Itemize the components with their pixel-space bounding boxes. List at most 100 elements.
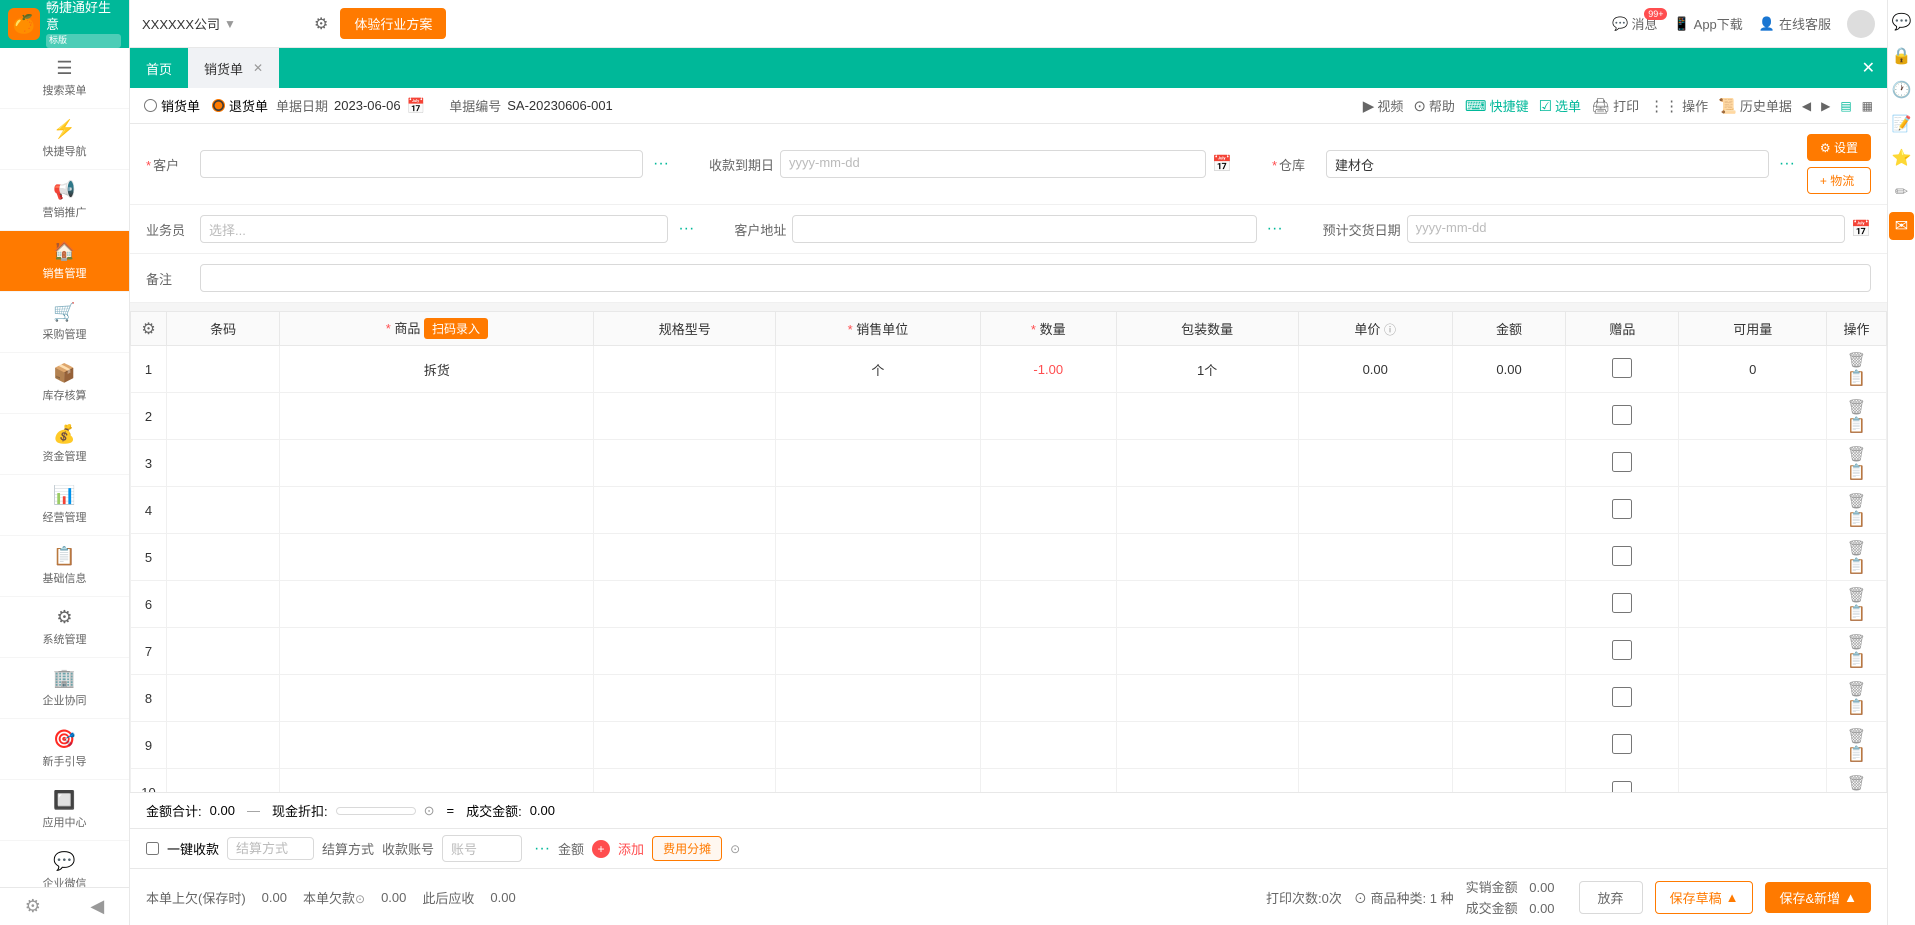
- save-new-dropdown-icon[interactable]: ▲: [1844, 890, 1857, 905]
- row-product[interactable]: [280, 675, 594, 722]
- row-barcode[interactable]: [167, 722, 280, 769]
- radio-return[interactable]: 退货单: [212, 96, 268, 115]
- row-spec[interactable]: [594, 722, 776, 769]
- shortcut-btn[interactable]: ⌨快捷键: [1465, 96, 1529, 115]
- copy-row-icon[interactable]: 📋: [1847, 370, 1866, 387]
- row-price[interactable]: [1298, 393, 1452, 440]
- row-amount[interactable]: [1452, 440, 1565, 487]
- app-download-btn[interactable]: 📱 App下载: [1673, 14, 1742, 33]
- table-view-btn[interactable]: ▦: [1862, 99, 1873, 113]
- rp-chat-icon[interactable]: 💬: [1892, 8, 1912, 36]
- select-btn[interactable]: ☑选单: [1539, 96, 1581, 115]
- scan-barcode-btn[interactable]: 扫码录入: [424, 318, 488, 339]
- delete-row-icon[interactable]: 🗑: [1847, 493, 1866, 510]
- row-spec[interactable]: [594, 393, 776, 440]
- tab-close-icon[interactable]: ✕: [253, 61, 263, 75]
- copy-row-icon[interactable]: 📋: [1847, 511, 1866, 528]
- row-qty[interactable]: [980, 393, 1116, 440]
- row-pkgqty[interactable]: [1116, 722, 1298, 769]
- row-qty[interactable]: [980, 440, 1116, 487]
- copy-row-icon[interactable]: 📋: [1847, 464, 1866, 481]
- row-unit[interactable]: [776, 440, 981, 487]
- row-pkgqty[interactable]: [1116, 581, 1298, 628]
- row-barcode[interactable]: [167, 675, 280, 722]
- sidebar-item-marketing[interactable]: 📢 营销推广: [0, 170, 129, 231]
- save-draft-dropdown-icon[interactable]: ▲: [1726, 890, 1739, 905]
- row-spec[interactable]: [594, 346, 776, 393]
- company-selector[interactable]: XXXXXX公司 ▼: [142, 14, 302, 33]
- row-unit[interactable]: 个: [776, 346, 981, 393]
- copy-row-icon[interactable]: 📋: [1847, 746, 1866, 763]
- radio-sales[interactable]: 销货单: [144, 96, 200, 115]
- col-gear-header[interactable]: ⚙: [131, 312, 167, 346]
- row-barcode[interactable]: [167, 581, 280, 628]
- row-unit[interactable]: [776, 769, 981, 793]
- row-unit[interactable]: [776, 393, 981, 440]
- row-pkgqty[interactable]: [1116, 628, 1298, 675]
- delete-row-icon[interactable]: 🗑: [1847, 728, 1866, 745]
- row-spec[interactable]: [594, 487, 776, 534]
- row-amount[interactable]: [1452, 534, 1565, 581]
- help-icon-calc[interactable]: ⊙: [424, 803, 435, 819]
- row-amount[interactable]: [1452, 487, 1565, 534]
- row-product[interactable]: [280, 393, 594, 440]
- row-price[interactable]: [1298, 534, 1452, 581]
- row-spec[interactable]: [594, 440, 776, 487]
- customer-more-icon[interactable]: ···: [653, 155, 669, 173]
- user-avatar[interactable]: [1847, 10, 1875, 38]
- copy-row-icon[interactable]: 📋: [1847, 652, 1866, 669]
- copy-row-icon[interactable]: 📋: [1847, 605, 1866, 622]
- row-unit[interactable]: [776, 722, 981, 769]
- row-pkgqty[interactable]: [1116, 675, 1298, 722]
- sidebar-item-purchase[interactable]: 🛒 采购管理: [0, 292, 129, 353]
- trial-btn[interactable]: 体验行业方案: [340, 8, 446, 39]
- sidebar-item-quick-nav[interactable]: ⚡ 快捷导航: [0, 109, 129, 170]
- tab-home[interactable]: 首页: [130, 48, 188, 88]
- tab-close-all-icon[interactable]: ✕: [1862, 58, 1875, 78]
- row-pkgqty[interactable]: [1116, 487, 1298, 534]
- row-gift[interactable]: [1566, 534, 1679, 581]
- warehouse-input[interactable]: 建材仓: [1326, 150, 1769, 178]
- row-price[interactable]: [1298, 628, 1452, 675]
- cash-discount-input[interactable]: [336, 807, 416, 815]
- row-gift[interactable]: [1566, 440, 1679, 487]
- nav-next-btn[interactable]: ▶: [1821, 99, 1830, 113]
- row-amount[interactable]: [1452, 769, 1565, 793]
- row-barcode[interactable]: [167, 393, 280, 440]
- row-price[interactable]: [1298, 487, 1452, 534]
- tab-sales-order[interactable]: 销货单 ✕: [188, 48, 279, 88]
- sidebar-item-app-center[interactable]: 🔲 应用中心: [0, 780, 129, 841]
- copy-row-icon[interactable]: 📋: [1847, 558, 1866, 575]
- row-spec[interactable]: [594, 581, 776, 628]
- sidebar-item-guide[interactable]: 🎯 新手引导: [0, 719, 129, 780]
- row-pkgqty[interactable]: [1116, 393, 1298, 440]
- abandon-btn[interactable]: 放弃: [1579, 881, 1643, 914]
- row-spec[interactable]: [594, 675, 776, 722]
- sidebar-item-sales[interactable]: 🏠 销售管理: [0, 231, 129, 292]
- salesperson-input[interactable]: 选择...: [200, 215, 668, 243]
- row-qty[interactable]: [980, 769, 1116, 793]
- expense-tab-btn[interactable]: 费用分摊: [652, 836, 722, 861]
- row-product[interactable]: [280, 769, 594, 793]
- add-payment-btn[interactable]: +: [592, 840, 610, 858]
- row-spec[interactable]: [594, 628, 776, 675]
- remark-input[interactable]: [200, 264, 1871, 292]
- salesperson-more-icon[interactable]: ···: [678, 220, 694, 238]
- row-product[interactable]: [280, 628, 594, 675]
- row-price[interactable]: [1298, 769, 1452, 793]
- delivery-input[interactable]: yyyy-mm-dd: [1407, 215, 1845, 243]
- row-barcode[interactable]: [167, 628, 280, 675]
- sidebar-item-search-order[interactable]: ☰ 搜索菜单: [0, 48, 129, 109]
- expense-help-icon[interactable]: ⊙: [730, 842, 740, 856]
- row-amount[interactable]: [1452, 581, 1565, 628]
- delete-row-icon[interactable]: 🗑: [1847, 634, 1866, 651]
- row-amount[interactable]: [1452, 393, 1565, 440]
- delete-row-icon[interactable]: 🗑: [1847, 775, 1866, 792]
- row-spec[interactable]: [594, 769, 776, 793]
- row-product[interactable]: [280, 534, 594, 581]
- delete-row-icon[interactable]: 🗑: [1847, 681, 1866, 698]
- warehouse-more-icon[interactable]: ···: [1779, 155, 1795, 173]
- address-more-icon[interactable]: ···: [1267, 220, 1283, 238]
- row-qty[interactable]: [980, 581, 1116, 628]
- save-new-btn[interactable]: 保存&新增 ▲: [1765, 882, 1871, 913]
